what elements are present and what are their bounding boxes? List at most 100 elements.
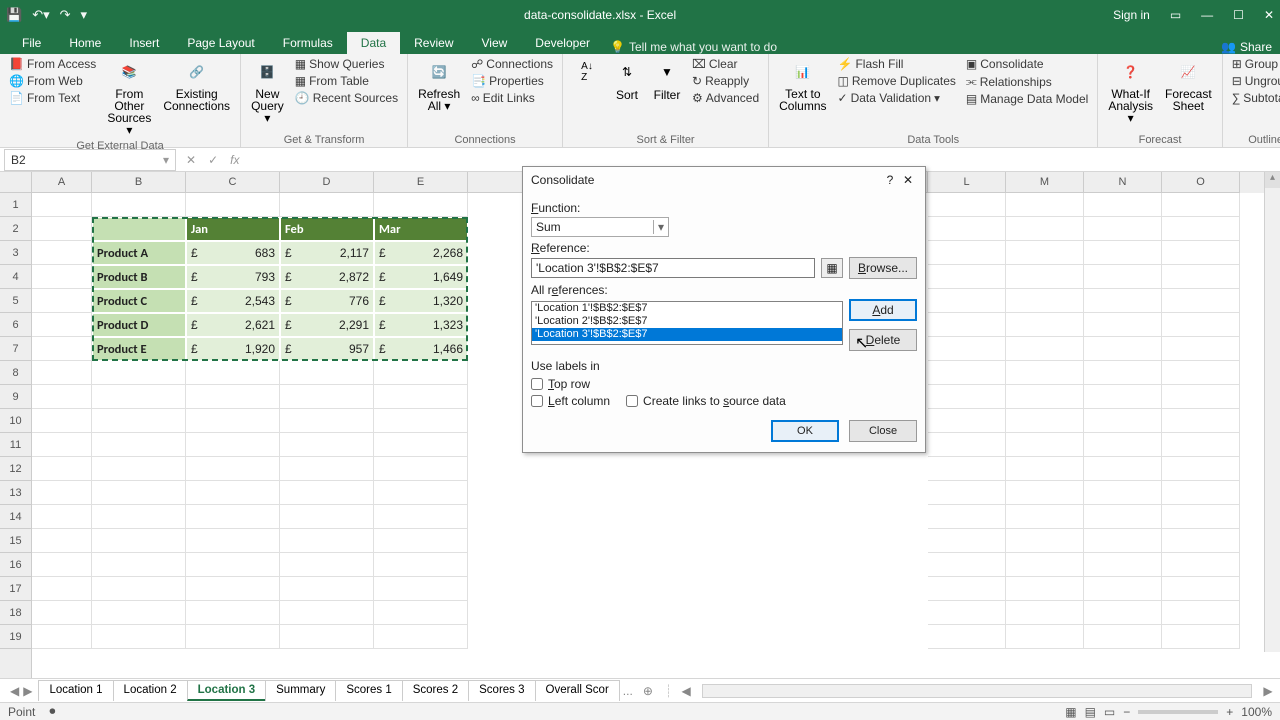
horizontal-scrollbar[interactable] [702,684,1252,698]
cell[interactable] [186,553,280,577]
cell[interactable] [1084,505,1162,529]
cell[interactable] [1006,289,1084,313]
row-header[interactable]: 9 [0,385,31,409]
cell[interactable] [374,193,468,217]
cell[interactable] [186,625,280,649]
cell[interactable] [32,361,92,385]
row-header[interactable]: 15 [0,529,31,553]
cell[interactable] [1084,529,1162,553]
cell[interactable] [1084,481,1162,505]
col-header[interactable]: M [1006,172,1084,193]
cell[interactable] [92,577,186,601]
cell[interactable] [374,409,468,433]
cell[interactable] [186,481,280,505]
cell[interactable] [280,601,374,625]
reference-input[interactable]: 'Location 3'!$B$2:$E$7 [531,258,815,278]
col-header[interactable]: D [280,172,374,193]
sheet-tab[interactable]: Overall Scor [535,680,620,701]
cell[interactable]: £2,291 [280,313,374,337]
cell[interactable] [374,577,468,601]
advanced-button[interactable]: ⚙Advanced [689,90,762,106]
cell[interactable] [1006,505,1084,529]
close-icon[interactable]: ✕ [1264,8,1274,22]
row-header[interactable]: 8 [0,361,31,385]
cell[interactable] [186,457,280,481]
cell[interactable] [928,505,1006,529]
cell[interactable] [280,457,374,481]
normal-view-icon[interactable]: ▦ [1065,705,1076,719]
cell[interactable] [92,481,186,505]
cell[interactable] [92,409,186,433]
cell[interactable] [1162,217,1240,241]
cell[interactable] [32,481,92,505]
top-row-checkbox[interactable]: Top row [531,377,590,391]
cell[interactable]: Jan [186,217,280,241]
cell[interactable] [928,409,1006,433]
cell[interactable]: £1,320 [374,289,468,313]
cell[interactable] [32,433,92,457]
cell[interactable]: £957 [280,337,374,361]
cell[interactable] [280,529,374,553]
undo-icon[interactable]: ↶▾ [32,7,49,23]
macro-record-icon[interactable]: ⏺ [49,704,55,719]
row-header[interactable]: 11 [0,433,31,457]
collapse-dialog-icon[interactable]: ▦ [821,258,843,278]
cell[interactable] [374,553,468,577]
cell[interactable] [928,481,1006,505]
manage-data-model-button[interactable]: ▤Manage Data Model [963,91,1091,107]
cell[interactable] [374,481,468,505]
cancel-icon[interactable]: ✕ [186,153,196,167]
cell[interactable] [928,337,1006,361]
maximize-icon[interactable]: ☐ [1233,8,1244,22]
cell[interactable] [928,217,1006,241]
qat-options-icon[interactable]: ▾ [81,7,88,23]
cell[interactable] [374,457,468,481]
help-icon[interactable]: ? [881,173,899,187]
show-queries-button[interactable]: ▦Show Queries [292,56,401,72]
minimize-icon[interactable]: — [1201,8,1213,22]
cell[interactable] [1162,265,1240,289]
reapply-button[interactable]: ↻Reapply [689,73,762,89]
cell[interactable] [928,553,1006,577]
remove-duplicates-button[interactable]: ◫Remove Duplicates [835,73,959,89]
refresh-all-button[interactable]: 🔄 RefreshAll ▾ [414,56,464,114]
share-button[interactable]: 👥 Share [1221,40,1272,54]
cell[interactable]: £2,268 [374,241,468,265]
cell[interactable] [1084,577,1162,601]
cell[interactable] [374,505,468,529]
list-item[interactable]: 'Location 3'!$B$2:$E$7 [532,328,842,341]
cell[interactable] [1006,217,1084,241]
cell[interactable] [1006,481,1084,505]
cell[interactable] [1084,625,1162,649]
cell[interactable] [32,457,92,481]
cell[interactable] [1006,265,1084,289]
cell[interactable] [374,625,468,649]
cell[interactable] [186,601,280,625]
cell[interactable]: Product D [92,313,186,337]
cell[interactable] [92,625,186,649]
cell[interactable] [1084,457,1162,481]
sort-az-button[interactable]: A↓Z [569,56,605,88]
cell[interactable]: £2,621 [186,313,280,337]
col-header[interactable]: C [186,172,280,193]
cell[interactable]: £683 [186,241,280,265]
row-header[interactable]: 10 [0,409,31,433]
scroll-up-icon[interactable]: ▴ [1265,172,1280,188]
cell[interactable] [1162,361,1240,385]
sheet-tab[interactable]: Scores 3 [468,680,535,701]
cell[interactable] [1162,457,1240,481]
edit-links-button[interactable]: ∞Edit Links [468,90,556,106]
from-text-button[interactable]: 📄From Text [6,90,99,106]
cell[interactable] [32,409,92,433]
col-header[interactable]: B [92,172,186,193]
row-header[interactable]: 6 [0,313,31,337]
cell[interactable] [92,217,186,241]
cell[interactable] [32,577,92,601]
data-validation-button[interactable]: ✓Data Validation ▾ [835,90,959,106]
row-header[interactable]: 19 [0,625,31,649]
new-query-button[interactable]: 🗄️ NewQuery ▾ [247,56,288,126]
row-header[interactable]: 16 [0,553,31,577]
cell[interactable] [280,409,374,433]
cell[interactable] [32,529,92,553]
ok-button[interactable]: OK [771,420,839,442]
